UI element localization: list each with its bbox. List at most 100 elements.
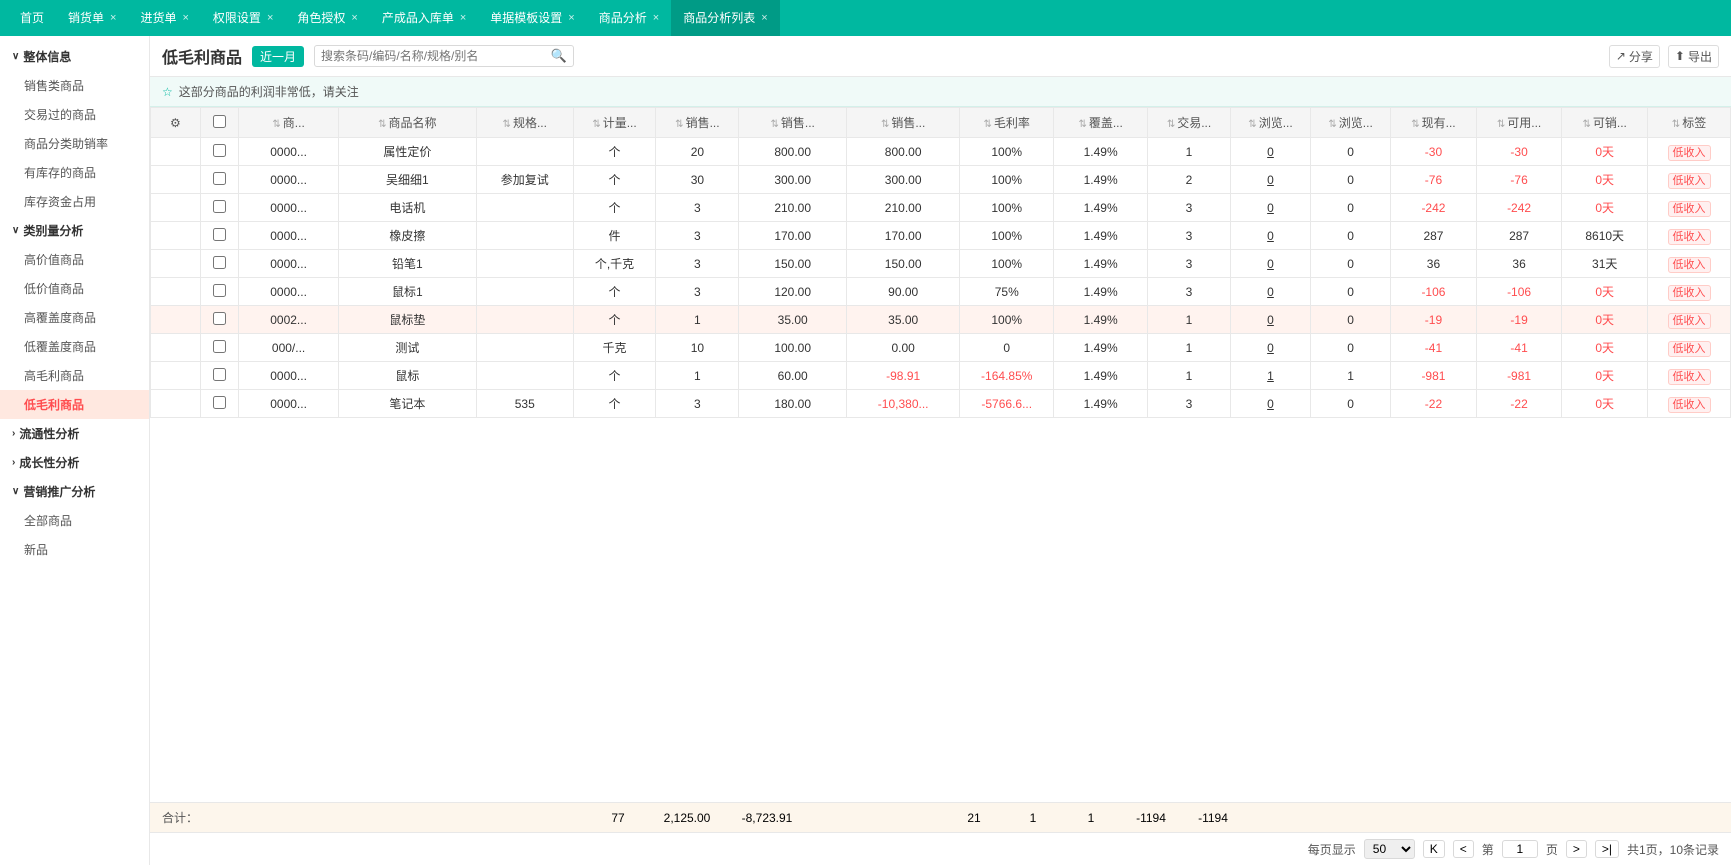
cell-view1[interactable]: 0 <box>1230 194 1310 222</box>
cell-view1[interactable]: 0 <box>1230 278 1310 306</box>
col-sales-amt[interactable]: ⇅销售... <box>739 108 847 138</box>
cell-name: 橡皮擦 <box>338 222 476 250</box>
page-input[interactable] <box>1502 840 1538 858</box>
sidebar-item-low-margin[interactable]: 低毛利商品 <box>0 390 149 419</box>
export-button[interactable]: ⬆ 导出 <box>1668 45 1719 68</box>
nav-template-settings[interactable]: 单据模板设置 × <box>478 0 586 36</box>
col-checkbox[interactable] <box>200 108 239 138</box>
cell-checkbox[interactable] <box>200 362 239 390</box>
sidebar-group-overall[interactable]: ∨ 整体信息 <box>0 42 149 71</box>
last-page-button[interactable]: >| <box>1595 840 1619 858</box>
nav-product-analysis[interactable]: 商品分析 × <box>587 0 671 36</box>
cell-view1[interactable]: 0 <box>1230 390 1310 418</box>
sidebar-item-high-coverage[interactable]: 高覆盖度商品 <box>0 303 149 332</box>
nav-role-auth[interactable]: 角色授权 × <box>285 0 369 36</box>
next-page-button[interactable]: > <box>1566 840 1587 858</box>
prev-page-button[interactable]: < <box>1453 840 1474 858</box>
share-button[interactable]: ↗ 分享 <box>1609 45 1660 68</box>
sidebar-item-in-stock[interactable]: 有库存的商品 <box>0 158 149 187</box>
col-view2[interactable]: ⇅浏览... <box>1311 108 1391 138</box>
page-size-select[interactable]: 10 20 50 100 <box>1364 839 1415 859</box>
cell-checkbox[interactable] <box>200 278 239 306</box>
cell-coverage: 1.49% <box>1054 222 1148 250</box>
sidebar-item-traded-products[interactable]: 交易过的商品 <box>0 100 149 129</box>
cell-current-stock: -19 <box>1391 306 1477 334</box>
cell-gross-margin: 75% <box>960 278 1054 306</box>
sidebar-item-category-sales-rate[interactable]: 商品分类助销率 <box>0 129 149 158</box>
col-name[interactable]: ⇅商品名称 <box>338 108 476 138</box>
sidebar-item-high-value[interactable]: 高价值商品 <box>0 245 149 274</box>
cell-checkbox[interactable] <box>200 166 239 194</box>
sidebar-item-low-coverage[interactable]: 低覆盖度商品 <box>0 332 149 361</box>
col-trade-count[interactable]: ⇅交易... <box>1148 108 1231 138</box>
col-code[interactable]: ⇅商... <box>239 108 338 138</box>
cell-view1[interactable]: 0 <box>1230 138 1310 166</box>
total-code <box>286 811 358 825</box>
nav-permission-settings[interactable]: 权限设置 × <box>201 0 285 36</box>
col-sales-profit[interactable]: ⇅销售... <box>847 108 960 138</box>
col-view1[interactable]: ⇅浏览... <box>1230 108 1310 138</box>
nav-product-analysis-list[interactable]: 商品分析列表 × <box>671 0 779 36</box>
sidebar-item-low-value[interactable]: 低价值商品 <box>0 274 149 303</box>
cell-sales-amt: 35.00 <box>739 306 847 334</box>
first-page-button[interactable]: K <box>1423 840 1445 858</box>
close-permission-settings-icon[interactable]: × <box>267 0 273 36</box>
filter-recent-month-button[interactable]: 近一月 <box>252 46 304 67</box>
cell-checkbox[interactable] <box>200 250 239 278</box>
cell-sales-amt: 170.00 <box>739 222 847 250</box>
cell-view1[interactable]: 0 <box>1230 334 1310 362</box>
cell-view1[interactable]: 0 <box>1230 306 1310 334</box>
cell-view1[interactable]: 1 <box>1230 362 1310 390</box>
search-input[interactable] <box>321 49 551 63</box>
col-unit[interactable]: ⇅计量... <box>573 108 656 138</box>
col-available-stock[interactable]: ⇅可用... <box>1476 108 1562 138</box>
sidebar-group-category-analysis[interactable]: ∨ 类别量分析 <box>0 216 149 245</box>
col-tag[interactable]: ⇅标签 <box>1648 108 1731 138</box>
cell-checkbox[interactable] <box>200 334 239 362</box>
cell-checkbox[interactable] <box>200 306 239 334</box>
cell-sellable-days: 0天 <box>1562 138 1648 166</box>
sidebar-group-marketing[interactable]: ∨ 营销推广分析 <box>0 477 149 506</box>
cell-gross-margin: 100% <box>960 250 1054 278</box>
sidebar-group-liquidity[interactable]: › 流通性分析 <box>0 419 149 448</box>
export-icon: ⬆ <box>1675 49 1685 63</box>
close-product-analysis-list-icon[interactable]: × <box>761 0 767 36</box>
sidebar-item-stock-capital[interactable]: 库存资金占用 <box>0 187 149 216</box>
cell-view1[interactable]: 0 <box>1230 250 1310 278</box>
col-gross-margin[interactable]: ⇅毛利率 <box>960 108 1054 138</box>
cell-checkbox[interactable] <box>200 390 239 418</box>
cell-checkbox[interactable] <box>200 138 239 166</box>
cell-checkbox[interactable] <box>200 194 239 222</box>
col-sales-qty[interactable]: ⇅销售... <box>656 108 739 138</box>
close-sales-order-icon[interactable]: × <box>110 0 116 36</box>
close-template-settings-icon[interactable]: × <box>568 0 574 36</box>
cell-view1[interactable]: 0 <box>1230 166 1310 194</box>
nav-purchase-order[interactable]: 进货单 × <box>128 0 200 36</box>
search-icon[interactable]: 🔍 <box>551 48 567 64</box>
cell-checkbox[interactable] <box>200 222 239 250</box>
close-role-auth-icon[interactable]: × <box>351 0 357 36</box>
nav-product-inbound[interactable]: 产成品入库单 × <box>370 0 478 36</box>
main-layout: ∨ 整体信息 销售类商品 交易过的商品 商品分类助销率 有库存的商品 库存资金占… <box>0 36 1731 865</box>
sidebar-item-new-products[interactable]: 新品 <box>0 535 149 564</box>
col-spec[interactable]: ⇅规格... <box>476 108 573 138</box>
col-sellable-days[interactable]: ⇅可销... <box>1562 108 1648 138</box>
total-coverage <box>876 811 944 825</box>
sidebar-item-all-products[interactable]: 全部商品 <box>0 506 149 535</box>
close-product-analysis-icon[interactable]: × <box>653 0 659 36</box>
cell-view1[interactable]: 0 <box>1230 222 1310 250</box>
col-settings[interactable]: ⚙ <box>151 108 201 138</box>
cell-sales-amt: 120.00 <box>739 278 847 306</box>
sidebar-item-high-margin[interactable]: 高毛利商品 <box>0 361 149 390</box>
cell-sellable-days: 31天 <box>1562 250 1648 278</box>
close-purchase-order-icon[interactable]: × <box>182 0 188 36</box>
nav-sales-order[interactable]: 销货单 × <box>56 0 128 36</box>
sidebar-group-growth[interactable]: › 成长性分析 <box>0 448 149 477</box>
nav-home[interactable]: 首页 <box>8 0 56 36</box>
sidebar-item-sales-products[interactable]: 销售类商品 <box>0 71 149 100</box>
col-coverage[interactable]: ⇅覆盖... <box>1054 108 1148 138</box>
select-all-checkbox[interactable] <box>213 115 226 128</box>
close-product-inbound-icon[interactable]: × <box>460 0 466 36</box>
table-container[interactable]: ⚙ ⇅商... ⇅商品名称 ⇅规格... ⇅计量... ⇅销售... ⇅销售..… <box>150 107 1731 802</box>
col-current-stock[interactable]: ⇅现有... <box>1391 108 1477 138</box>
